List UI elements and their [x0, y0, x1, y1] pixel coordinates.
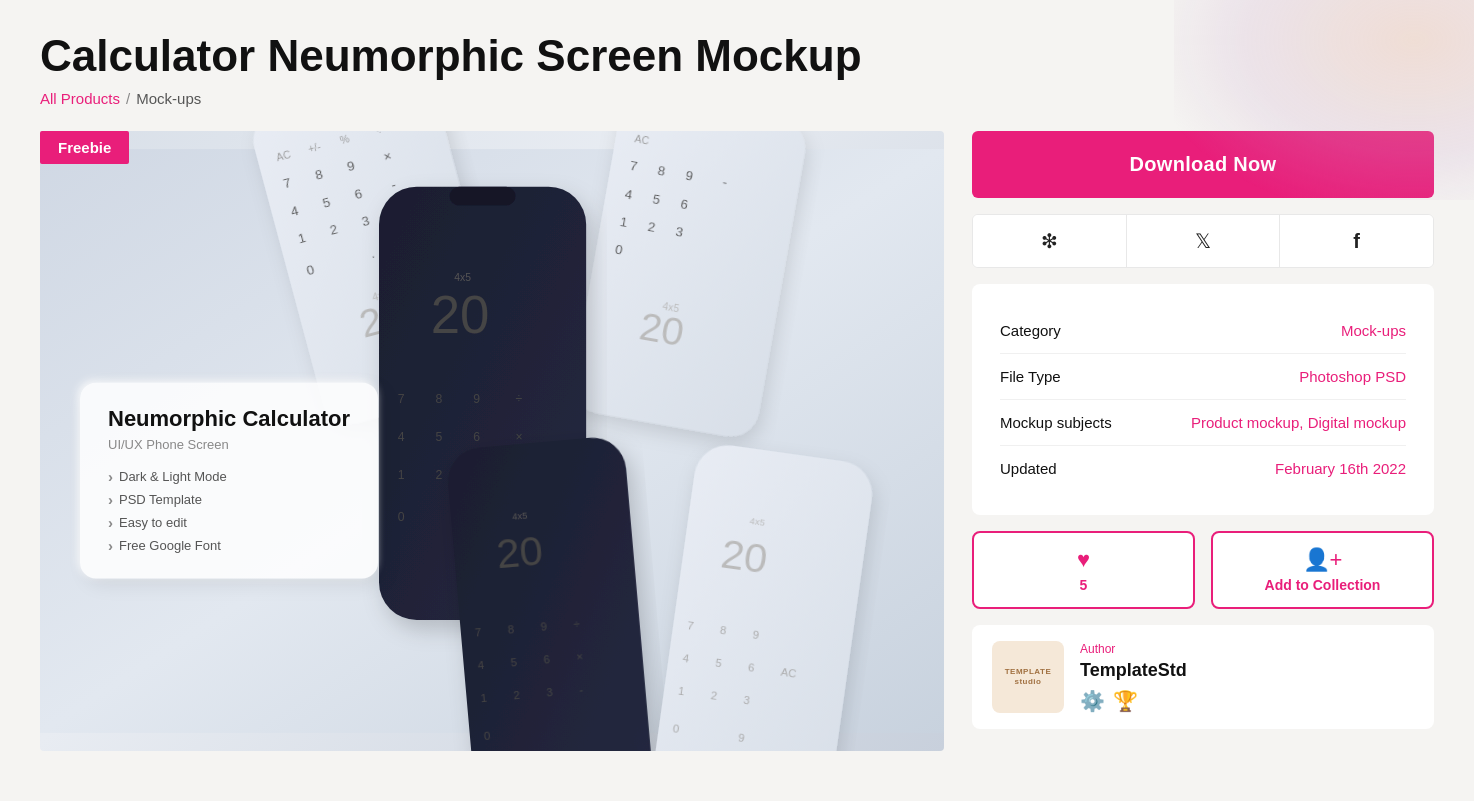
- meta-row-subjects: Mockup subjects Product mockup, Digital …: [1000, 400, 1406, 446]
- info-card-features: Dark & Light Mode PSD Template Easy to e…: [108, 468, 350, 554]
- svg-text:4: 4: [398, 430, 405, 444]
- author-info: Author TemplateStd ⚙️ 🏆: [1080, 642, 1187, 713]
- twitter-icon: 𝕏: [1195, 229, 1211, 253]
- breadcrumb: All Products / Mock-ups: [40, 90, 1434, 107]
- mockup-image: AC +/- % ÷ 7 8 9 × 4 5 6 - 1 2 3: [40, 131, 944, 751]
- page-title: Calculator Neumorphic Screen Mockup: [40, 32, 1434, 80]
- freebie-badge: Freebie: [40, 131, 129, 164]
- meta-card: Category Mock-ups File Type Photoshop PS…: [972, 284, 1434, 515]
- svg-text:9: 9: [473, 393, 480, 407]
- svg-text:7: 7: [475, 627, 482, 640]
- svg-text:0: 0: [398, 510, 405, 524]
- author-label: Author: [1080, 642, 1187, 656]
- svg-text:5: 5: [510, 657, 517, 670]
- svg-text:20: 20: [718, 530, 770, 583]
- author-avatar-inner: TEMPLATE studio: [1005, 667, 1052, 688]
- svg-text:0: 0: [484, 730, 491, 743]
- svg-text:3: 3: [546, 687, 553, 700]
- svg-text:8: 8: [507, 624, 514, 637]
- meta-value-filetype: Photoshop PSD: [1140, 368, 1406, 385]
- svg-text:2: 2: [513, 689, 520, 702]
- meta-value-updated: February 16th 2022: [1140, 460, 1406, 477]
- svg-text:20: 20: [636, 304, 687, 355]
- author-card: TEMPLATE studio Author TemplateStd ⚙️ 🏆: [972, 625, 1434, 729]
- info-card-title: Neumorphic Calculator: [108, 407, 350, 433]
- svg-text:20: 20: [431, 285, 490, 344]
- social-row: ❇ 𝕏 f: [972, 214, 1434, 268]
- svg-text:6: 6: [543, 654, 550, 667]
- meta-value-category: Mock-ups: [1140, 322, 1406, 339]
- meta-row-updated: Updated February 16th 2022: [1000, 446, 1406, 491]
- meta-label-updated: Updated: [1000, 460, 1140, 477]
- facebook-button[interactable]: f: [1280, 215, 1433, 267]
- trophy-badge-icon: 🏆: [1113, 689, 1138, 713]
- svg-rect-39: [450, 187, 516, 206]
- meta-label-category: Category: [1000, 322, 1140, 339]
- meta-label-subjects: Mockup subjects: [1000, 414, 1140, 431]
- svg-text:×: ×: [576, 651, 584, 664]
- twitter-button[interactable]: 𝕏: [1127, 215, 1281, 267]
- add-to-collection-button[interactable]: 👤+ Add to Collection: [1211, 531, 1434, 609]
- svg-text:1: 1: [398, 468, 405, 482]
- svg-text:5: 5: [436, 430, 443, 444]
- author-avatar: TEMPLATE studio: [992, 641, 1064, 713]
- meta-value-subjects: Product mockup, Digital mockup: [1140, 414, 1406, 431]
- svg-text:AC: AC: [780, 666, 797, 680]
- feature-1: Dark & Light Mode: [108, 468, 350, 485]
- svg-text:7: 7: [398, 393, 405, 407]
- svg-text:9: 9: [540, 621, 547, 634]
- image-section: Freebie: [40, 131, 944, 751]
- verified-badge-icon: ⚙️: [1080, 689, 1105, 713]
- svg-text:÷: ÷: [573, 618, 580, 630]
- feature-4: Free Google Font: [108, 537, 350, 554]
- svg-text:2: 2: [436, 468, 443, 482]
- svg-text:4x5: 4x5: [454, 272, 471, 283]
- svg-text:6: 6: [473, 430, 480, 444]
- author-badges: ⚙️ 🏆: [1080, 689, 1187, 713]
- meta-row-category: Category Mock-ups: [1000, 308, 1406, 354]
- svg-text:1: 1: [480, 692, 487, 705]
- facebook-icon: f: [1353, 230, 1360, 253]
- sidebar: Download Now ❇ 𝕏 f Category Mock-ups: [972, 131, 1434, 729]
- info-card-subtitle: UI/UX Phone Screen: [108, 437, 350, 452]
- svg-text:20: 20: [494, 527, 544, 578]
- info-card: Neumorphic Calculator UI/UX Phone Screen…: [80, 383, 378, 578]
- page-wrapper: Calculator Neumorphic Screen Mockup All …: [0, 0, 1474, 791]
- breadcrumb-separator: /: [126, 90, 130, 107]
- svg-text:4x5: 4x5: [749, 516, 766, 529]
- svg-text:÷: ÷: [516, 393, 523, 407]
- breadcrumb-all-products[interactable]: All Products: [40, 90, 120, 107]
- author-name: TemplateStd: [1080, 660, 1187, 681]
- pinterest-button[interactable]: ❇: [973, 215, 1127, 267]
- action-row: ♥ 5 👤+ Add to Collection: [972, 531, 1434, 609]
- collection-icon: 👤+: [1303, 547, 1343, 573]
- svg-text:8: 8: [436, 393, 443, 407]
- svg-rect-57: [445, 435, 654, 751]
- meta-row-filetype: File Type Photoshop PSD: [1000, 354, 1406, 400]
- svg-text:4: 4: [477, 660, 484, 673]
- download-button[interactable]: Download Now: [972, 131, 1434, 198]
- like-button[interactable]: ♥ 5: [972, 531, 1195, 609]
- feature-3: Easy to edit: [108, 514, 350, 531]
- svg-text:×: ×: [516, 430, 523, 444]
- breadcrumb-current: Mock-ups: [136, 90, 201, 107]
- content-layout: Freebie: [40, 131, 1434, 751]
- feature-2: PSD Template: [108, 491, 350, 508]
- like-count: 5: [1080, 577, 1088, 593]
- meta-label-filetype: File Type: [1000, 368, 1140, 385]
- collection-label: Add to Collection: [1265, 577, 1381, 593]
- svg-text:4x5: 4x5: [512, 510, 528, 522]
- pinterest-icon: ❇: [1041, 229, 1058, 253]
- heart-icon: ♥: [1077, 547, 1090, 573]
